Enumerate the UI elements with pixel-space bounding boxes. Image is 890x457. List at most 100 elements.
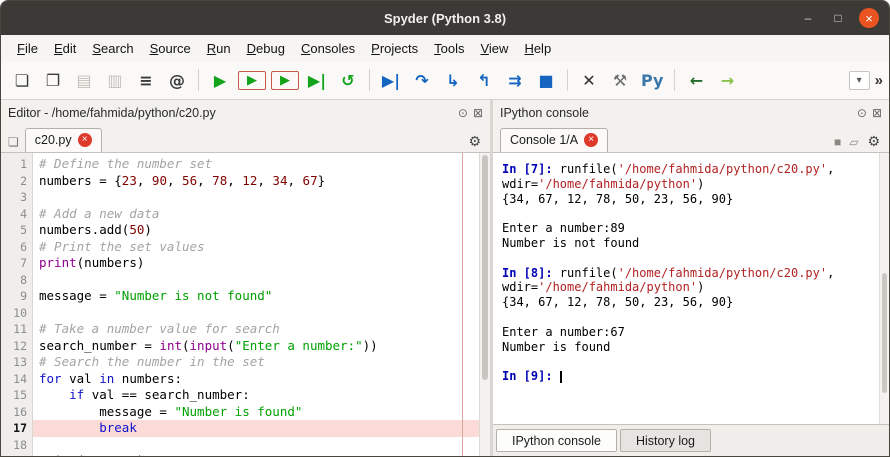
ipython-prompt: In [7]: [502,162,560,176]
tab-history-log[interactable]: History log [619,429,711,452]
code-line[interactable] [39,272,479,289]
menu-file[interactable]: File [9,38,46,59]
pythonpath-manager-icon[interactable]: Py [636,68,668,93]
text-cursor [559,370,562,383]
code-line[interactable]: # Add a new data [39,206,479,223]
console-line: Enter a number:67 [502,324,625,339]
code-line[interactable] [39,437,479,454]
interrupt-kernel-icon[interactable]: ■ [830,135,845,152]
step-into-icon[interactable]: ↳ [438,68,468,93]
debug-file-icon[interactable]: ▶| [376,68,406,93]
tab-close-icon[interactable]: × [77,133,92,147]
editor-undock-icon[interactable]: ⊙ [458,106,468,120]
code-line[interactable]: search_number = int(input("Enter a numbe… [39,338,479,355]
menu-consoles[interactable]: Consoles [293,38,363,59]
console-undock-icon[interactable]: ⊙ [857,106,867,120]
code-line[interactable]: # Take a number value for search [39,321,479,338]
remove-variables-icon[interactable]: ▱ [845,135,862,152]
console-output[interactable]: In [7]: runfile('/home/fahmida/python/c2… [493,152,889,424]
save-file-icon[interactable]: ▤ [69,68,99,93]
tab-ipython-console[interactable]: IPython console [496,429,617,452]
code-line[interactable] [39,305,479,322]
console-scrollbar[interactable] [879,153,889,424]
spyder-window: Spyder (Python 3.8) – □ × File Edit Sear… [0,0,890,457]
menu-bar: File Edit Search Source Run Debug Consol… [1,35,889,61]
code-line[interactable]: # Search the number in the set [39,354,479,371]
line-number-gutter: 12345678910111213141516171819 [1,153,33,456]
maximize-button[interactable]: □ [829,9,847,27]
console-pane-header: IPython console ⊙ ⊠ [493,100,889,124]
line-number: 11 [13,322,27,336]
console-bottom-tabs: IPython console History log [493,424,889,456]
code-line[interactable] [39,189,479,206]
window-title: Spyder (Python 3.8) [383,10,507,26]
code-line[interactable]: # Print the set values [39,239,479,256]
line-number: 12 [13,338,27,353]
minimize-button[interactable]: – [799,9,817,27]
run-selection-icon[interactable]: ▶| [302,68,332,93]
toolbar-separator [674,69,676,91]
menu-source[interactable]: Source [142,38,199,59]
code-line[interactable]: if val == search_number: [39,387,479,404]
console-line: wdir='/home/fahmida/python') [502,280,705,295]
code-line[interactable]: message = "Number is not found" [39,288,479,305]
code-line[interactable]: for val in numbers: [39,371,479,388]
forward-icon[interactable]: → [712,68,742,93]
line-number: 4 [20,206,27,221]
preferences-wrench-icon[interactable]: ⚒ [605,68,635,93]
console-scrollbar-handle[interactable] [881,273,887,393]
browse-tabs-icon[interactable]: ❏ [5,135,22,152]
menu-debug[interactable]: Debug [239,38,293,59]
line-number: 10 [13,305,27,320]
menu-search[interactable]: Search [84,38,141,59]
open-file-icon[interactable]: ❐ [38,68,68,93]
window-titlebar[interactable]: Spyder (Python 3.8) – □ × [1,1,889,35]
console-close-pane-icon[interactable]: ⊠ [872,106,882,120]
close-button[interactable]: × [859,8,879,28]
editor-scrollbar[interactable] [479,153,490,456]
file-switcher-icon[interactable]: ≡ [131,68,161,93]
tab-console-1a[interactable]: Console 1/A × [500,128,609,152]
code-line[interactable]: numbers = {23, 90, 56, 78, 12, 34, 67} [39,173,479,190]
maximize-pane-icon[interactable]: ✕ [574,68,604,93]
console-pane: IPython console ⊙ ⊠ Console 1/A × ■ ▱ ⚙ [493,100,889,456]
code-line[interactable]: break [33,420,479,437]
new-file-icon[interactable]: ❏ [7,68,37,93]
toolbar-overflow-icon[interactable]: » [875,72,883,89]
run-file-icon[interactable]: ▶ [205,68,235,93]
stop-debug-icon[interactable]: ■ [531,68,561,93]
tab-label: c20.py [34,133,72,147]
code-line[interactable]: # Define the number set [39,156,479,173]
code-line[interactable]: print(numbers) [39,255,479,272]
editor-close-pane-icon[interactable]: ⊠ [473,106,483,120]
menu-tools[interactable]: Tools [426,38,472,59]
continue-execution-icon[interactable]: ⇉ [500,68,530,93]
console-line: Enter a number:89 [502,221,625,236]
editor-scrollbar-handle[interactable] [482,155,488,380]
code-line[interactable]: print(message) [39,453,479,456]
step-over-icon[interactable]: ↷ [407,68,437,93]
editor-options-icon[interactable]: ⚙ [463,133,486,152]
step-return-icon[interactable]: ↰ [469,68,499,93]
console-tab-close-icon[interactable]: × [584,133,599,147]
back-icon[interactable]: ← [681,68,711,93]
code-line[interactable]: message = "Number is found" [39,404,479,421]
menu-projects[interactable]: Projects [363,38,426,59]
save-all-icon[interactable]: ▥ [100,68,130,93]
menu-edit[interactable]: Edit [46,38,84,59]
menu-run[interactable]: Run [199,38,239,59]
tab-c20-py[interactable]: c20.py × [24,128,102,152]
run-cell-icon[interactable]: ▶ [238,70,266,90]
code-area[interactable]: # Define the number set numbers = {23, 90… [33,153,479,456]
toolbar-dropdown[interactable]: ▾ [848,70,870,90]
menu-view[interactable]: View [472,38,516,59]
toolbar: ❏ ❐ ▤ ▥ ≡ @ ▶ ▶ ▶ ▶| ↺ ▶| ↷ ↳ ↰ ⇉ ■ ✕ ⚒ Py ← → ▾ » [1,61,889,100]
menu-help[interactable]: Help [516,38,559,59]
line-number: 1 [20,157,27,171]
symbol-finder-icon[interactable]: @ [162,68,192,93]
code-line[interactable]: numbers.add(50) [39,222,479,239]
console-options-icon[interactable]: ⚙ [862,133,885,152]
rerun-cell-icon[interactable]: ↺ [333,68,363,93]
run-cell-advance-icon[interactable]: ▶ [271,70,299,90]
